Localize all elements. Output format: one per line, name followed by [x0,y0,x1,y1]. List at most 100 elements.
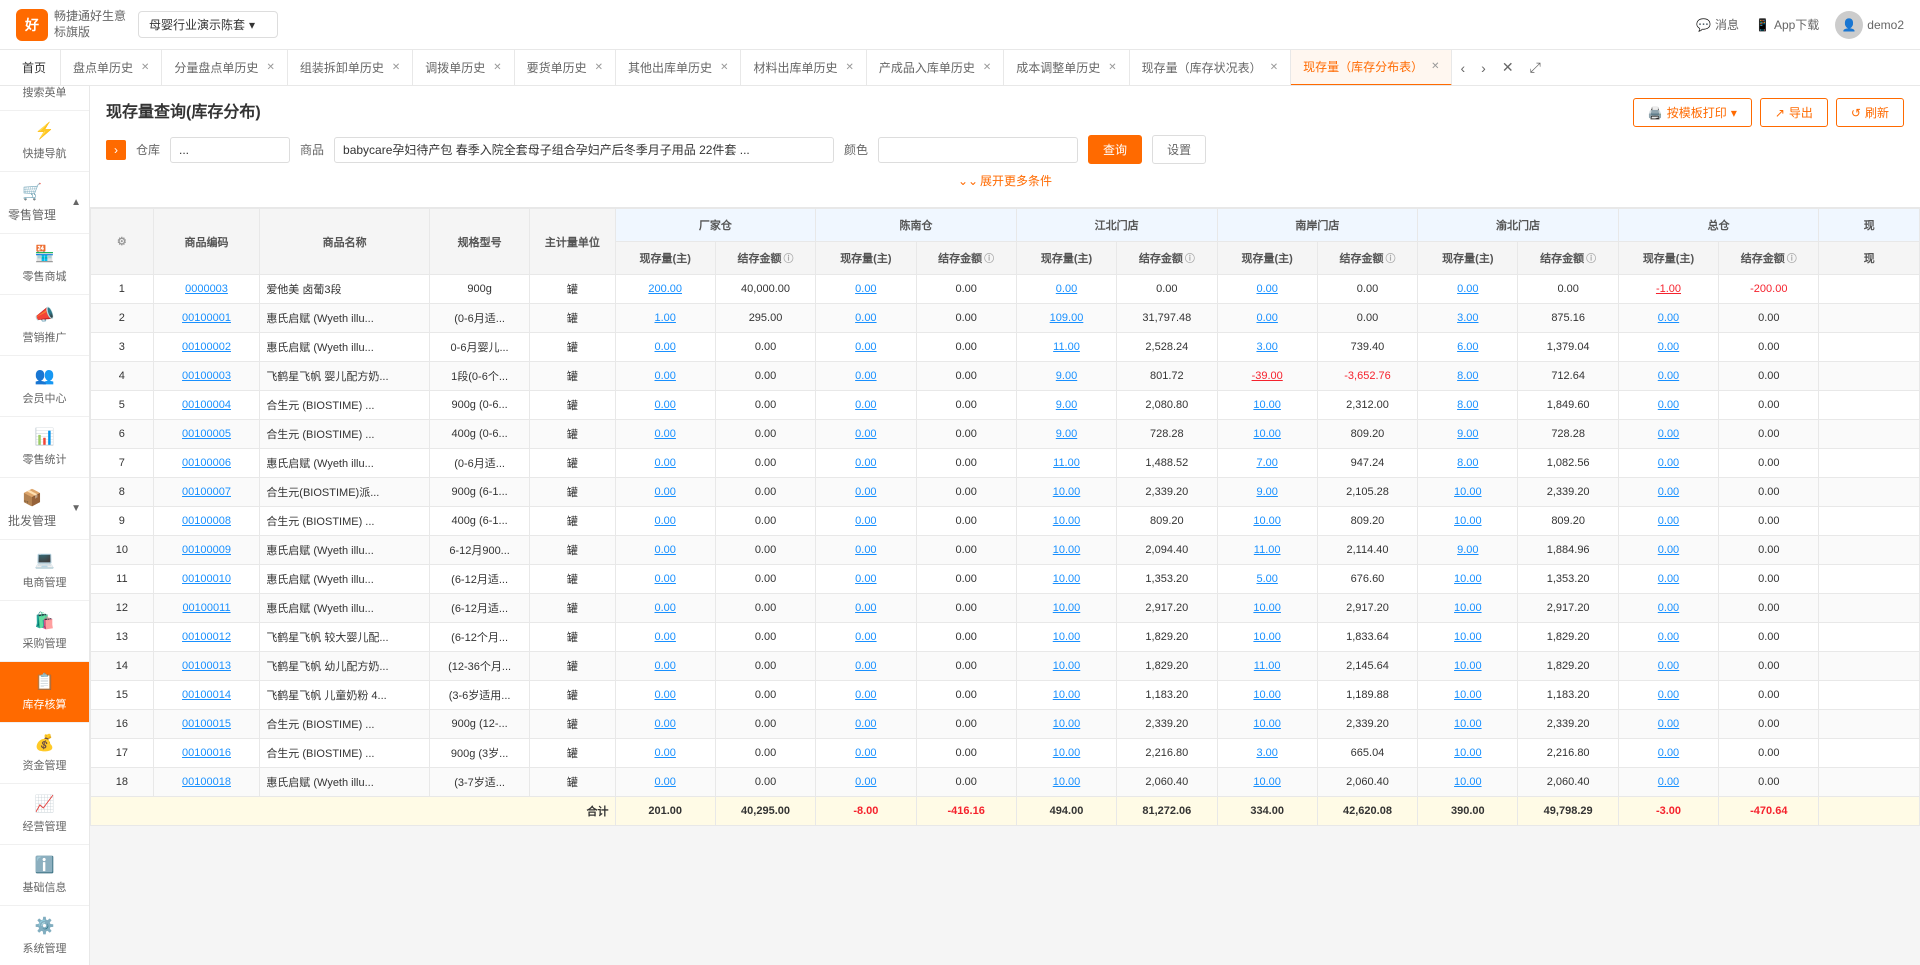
info-icon[interactable]: ⓘ [1385,254,1395,265]
td-cn-stock[interactable]: 0.00 [816,652,916,681]
td-jb-stock[interactable]: 10.00 [1016,681,1116,710]
td-cn-stock[interactable]: 0.00 [816,449,916,478]
sidebar-item-retail-mgmt[interactable]: 🛒 零售管理 ▲ [0,172,89,234]
td-jb-stock[interactable]: 10.00 [1016,507,1116,536]
td-cn-stock[interactable]: 0.00 [816,478,916,507]
td-f-stock[interactable]: 0.00 [615,768,715,797]
tab-分量盘点单历史[interactable]: 分量盘点单历史 ✕ [162,50,287,86]
table-settings-icon[interactable]: ⚙ [117,236,127,248]
sidebar-item-purchase[interactable]: 🛍️ 采购管理 [0,601,89,662]
sidebar-item-inventory[interactable]: 📋 库存核算 [0,662,89,723]
td-yb-stock[interactable]: 0.00 [1418,275,1518,304]
close-icon[interactable]: ✕ [266,62,274,73]
td-yb-stock[interactable]: 6.00 [1418,333,1518,362]
td-yb-stock[interactable]: 10.00 [1418,478,1518,507]
td-t-stock[interactable]: 0.00 [1618,536,1718,565]
td-f-stock[interactable]: 0.00 [615,362,715,391]
td-code[interactable]: 00100014 [153,681,260,710]
td-code[interactable]: 00100012 [153,623,260,652]
td-cn-stock[interactable]: 0.00 [816,391,916,420]
td-jb-stock[interactable]: 11.00 [1016,333,1116,362]
tab-其他出库单历史[interactable]: 其他出库单历史 ✕ [616,50,741,86]
td-t-stock[interactable]: 0.00 [1618,333,1718,362]
td-f-stock[interactable]: 0.00 [615,681,715,710]
tab-要货单历史[interactable]: 要货单历史 ✕ [515,50,616,86]
td-cn-stock[interactable]: 0.00 [816,681,916,710]
td-na-stock[interactable]: 0.00 [1217,304,1317,333]
td-cn-stock[interactable]: 0.00 [816,275,916,304]
td-code[interactable]: 00100011 [153,594,260,623]
td-cn-stock[interactable]: 0.00 [816,536,916,565]
td-yb-stock[interactable]: 10.00 [1418,565,1518,594]
td-jb-stock[interactable]: 11.00 [1016,449,1116,478]
tab-成本调整单历史[interactable]: 成本调整单历史 ✕ [1004,50,1129,86]
td-yb-stock[interactable]: 9.00 [1418,420,1518,449]
td-f-stock[interactable]: 200.00 [615,275,715,304]
tab-现存量库存分布表[interactable]: 现存量（库存分布表）✕ [1291,50,1452,86]
td-na-stock[interactable]: 10.00 [1217,420,1317,449]
td-code[interactable]: 00100004 [153,391,260,420]
td-t-stock[interactable]: 0.00 [1618,478,1718,507]
td-t-stock[interactable]: 0.00 [1618,652,1718,681]
td-yb-stock[interactable]: 10.00 [1418,739,1518,768]
sidebar-item-operations[interactable]: 📈 经营管理 [0,784,89,845]
td-t-stock[interactable]: 0.00 [1618,768,1718,797]
td-t-stock[interactable]: 0.00 [1618,362,1718,391]
td-cn-stock[interactable]: 0.00 [816,362,916,391]
close-icon[interactable]: ✕ [493,62,501,73]
tab-调拨单历史[interactable]: 调拨单历史 ✕ [413,50,514,86]
td-na-stock[interactable]: 10.00 [1217,623,1317,652]
td-na-stock[interactable]: 5.00 [1217,565,1317,594]
td-t-stock[interactable]: 0.00 [1618,449,1718,478]
td-f-stock[interactable]: 0.00 [615,652,715,681]
sidebar-item-retail-mall[interactable]: 🏪 零售商城 [0,234,89,295]
td-yb-stock[interactable]: 10.00 [1418,681,1518,710]
td-jb-stock[interactable]: 10.00 [1016,623,1116,652]
product-input[interactable] [334,137,834,163]
info-icon[interactable]: ⓘ [1586,254,1596,265]
td-f-stock[interactable]: 0.00 [615,507,715,536]
td-cn-stock[interactable]: 0.00 [816,333,916,362]
td-na-stock[interactable]: 10.00 [1217,710,1317,739]
close-icon[interactable]: ✕ [720,62,728,73]
td-code[interactable]: 00100013 [153,652,260,681]
td-na-stock[interactable]: 10.00 [1217,594,1317,623]
info-icon[interactable]: ⓘ [784,254,794,265]
info-icon[interactable]: ⓘ [1787,254,1797,265]
td-jb-stock[interactable]: 10.00 [1016,739,1116,768]
td-f-stock[interactable]: 0.00 [615,710,715,739]
sidebar-item-quick-nav[interactable]: ⚡ 快捷导航 [0,111,89,172]
td-f-stock[interactable]: 0.00 [615,739,715,768]
td-t-stock[interactable]: 0.00 [1618,565,1718,594]
td-f-stock[interactable]: 0.00 [615,478,715,507]
td-na-stock[interactable]: 3.00 [1217,333,1317,362]
td-f-stock[interactable]: 0.00 [615,333,715,362]
warehouse-input[interactable] [170,137,290,163]
sidebar-item-marketing[interactable]: 📣 营销推广 [0,295,89,356]
td-jb-stock[interactable]: 10.00 [1016,565,1116,594]
color-input[interactable] [878,137,1078,163]
td-na-stock[interactable]: 3.00 [1217,739,1317,768]
info-icon[interactable]: ⓘ [1185,254,1195,265]
td-code[interactable]: 00100009 [153,536,260,565]
td-code[interactable]: 00100005 [153,420,260,449]
sidebar-item-member[interactable]: 👥 会员中心 [0,356,89,417]
td-yb-stock[interactable]: 10.00 [1418,768,1518,797]
td-f-stock[interactable]: 0.00 [615,449,715,478]
td-t-stock[interactable]: 0.00 [1618,304,1718,333]
tab-盘点单历史[interactable]: 盘点单历史 ✕ [61,50,162,86]
td-cn-stock[interactable]: 0.00 [816,565,916,594]
tab-next-btn[interactable]: › [1473,56,1494,80]
close-icon[interactable]: ✕ [1431,61,1439,72]
td-jb-stock[interactable]: 9.00 [1016,362,1116,391]
td-yb-stock[interactable]: 10.00 [1418,507,1518,536]
td-na-stock[interactable]: 0.00 [1217,275,1317,304]
sidebar-item-finance[interactable]: 💰 资金管理 [0,723,89,784]
td-na-stock[interactable]: 10.00 [1217,681,1317,710]
td-yb-stock[interactable]: 10.00 [1418,623,1518,652]
td-code[interactable]: 00100008 [153,507,260,536]
td-code[interactable]: 00100006 [153,449,260,478]
td-yb-stock[interactable]: 3.00 [1418,304,1518,333]
td-na-stock[interactable]: 11.00 [1217,652,1317,681]
export-btn[interactable]: ↗ 导出 [1760,98,1828,127]
